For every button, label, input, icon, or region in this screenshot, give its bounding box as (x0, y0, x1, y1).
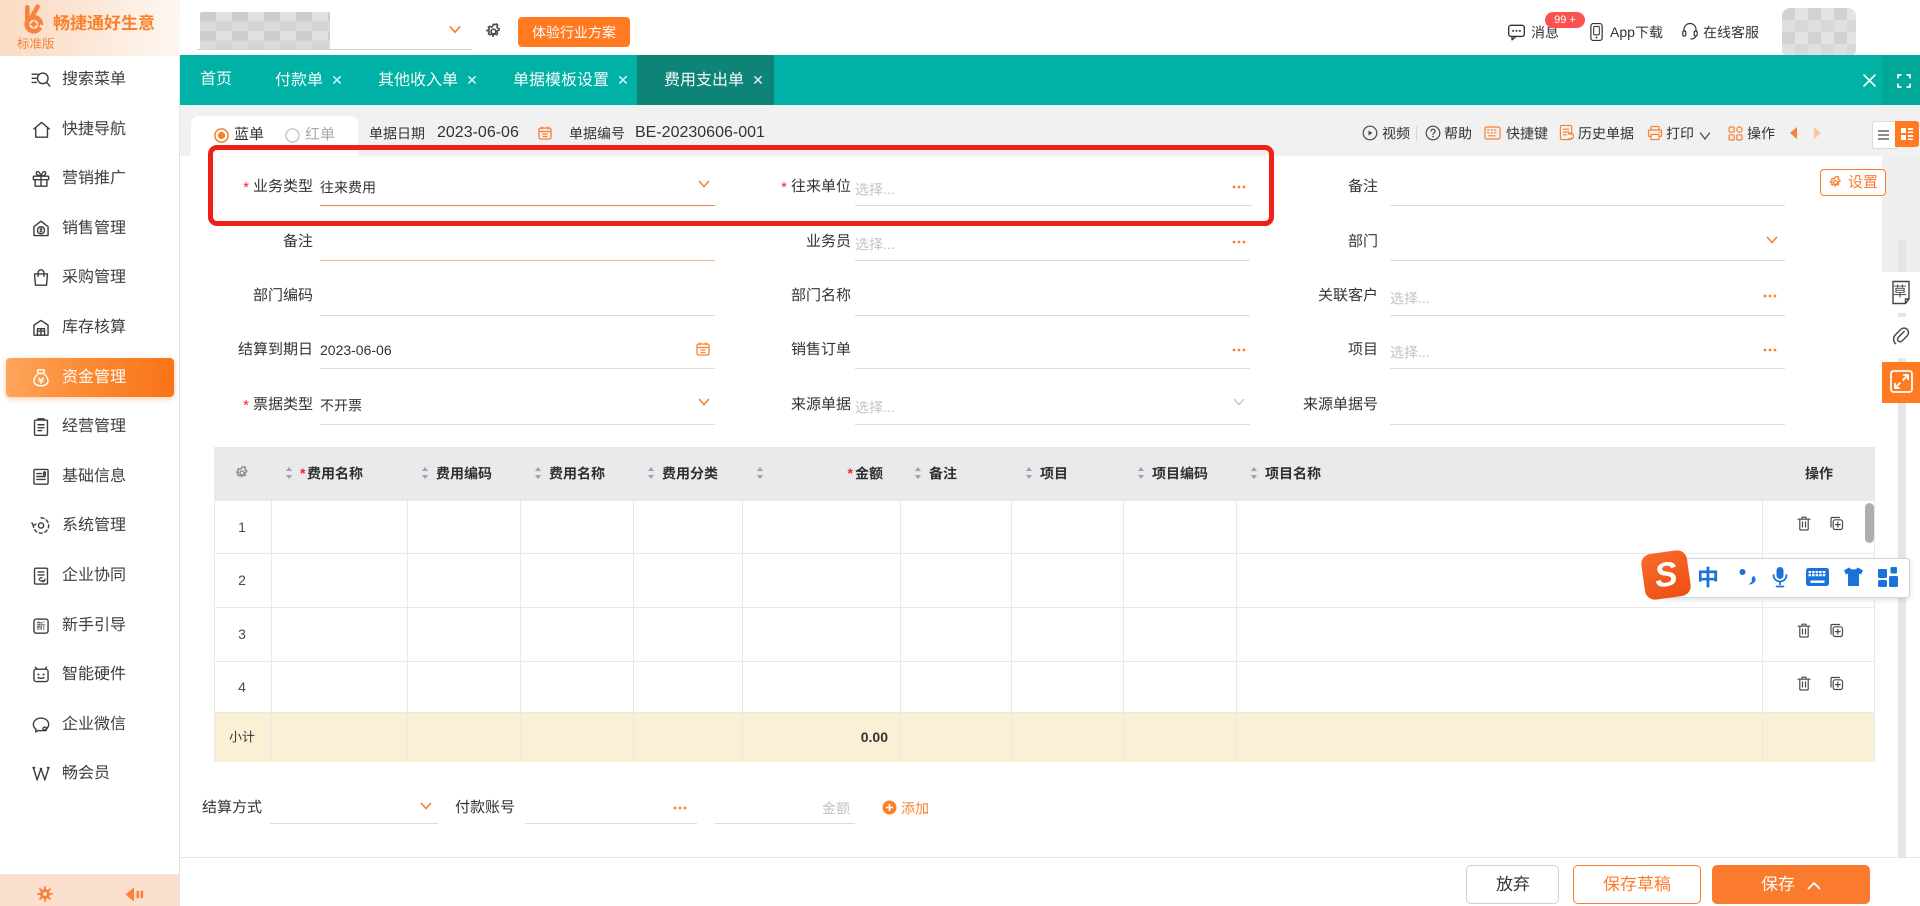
svg-text:新: 新 (36, 620, 45, 631)
